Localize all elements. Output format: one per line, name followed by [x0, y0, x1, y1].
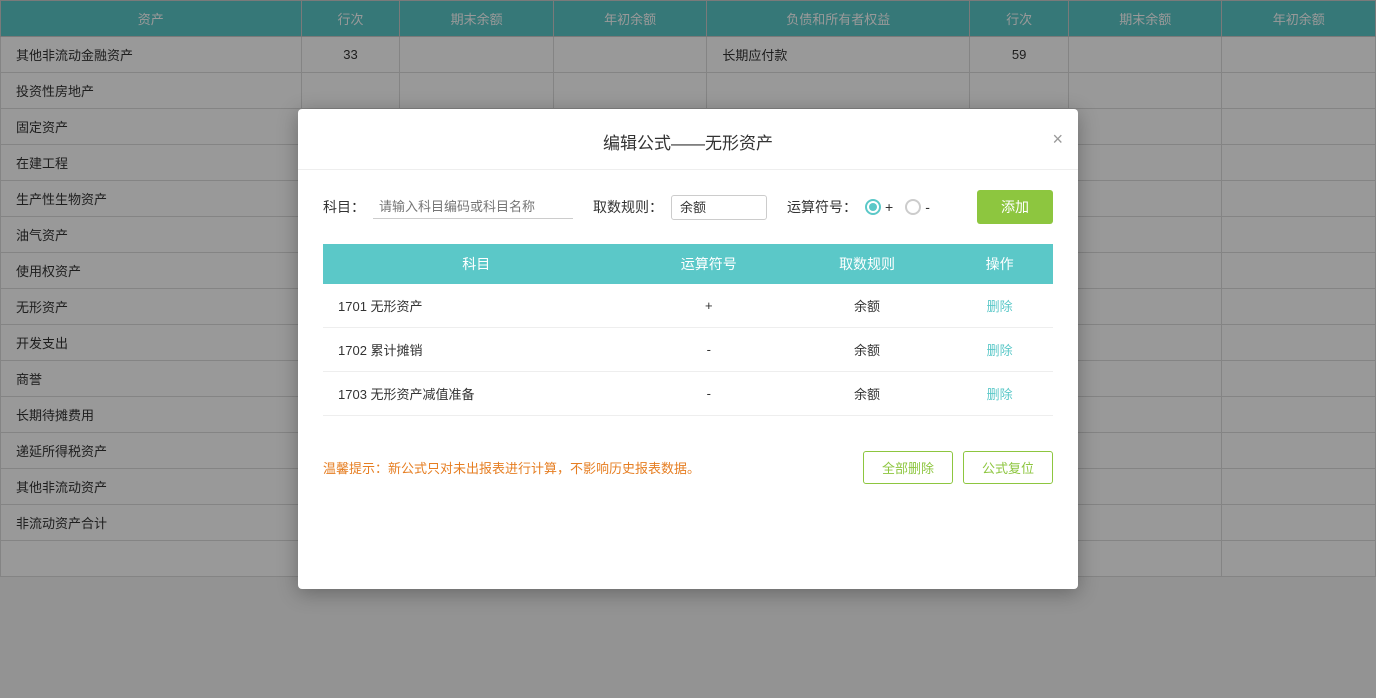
formula-subject-cell: 1703 无形资产减值准备: [323, 372, 630, 416]
formula-row: 1703 无形资产减值准备 - 余额 删除: [323, 372, 1053, 416]
formula-rule-cell: 余额: [788, 372, 946, 416]
operator-label: 运算符号：: [787, 197, 857, 217]
subject-input[interactable]: [373, 195, 573, 219]
reset-formula-button[interactable]: 公式复位: [963, 451, 1053, 484]
formula-action-cell: 删除: [946, 372, 1053, 416]
modal-dialog: 编辑公式——无形资产 × 科目： 取数规则： 余额 借方余额 贷方余额 借方发生…: [298, 109, 1078, 589]
formula-subject-cell: 1701 无形资产: [323, 284, 630, 328]
radio-plus-label: +: [885, 199, 893, 215]
rule-label: 取数规则：: [593, 197, 663, 217]
table-header-row: 科目 运算符号 取数规则 操作: [323, 244, 1053, 284]
formula-operator-cell: +: [630, 284, 788, 328]
formula-row: 1702 累计摊销 - 余额 删除: [323, 328, 1053, 372]
radio-minus-label: -: [925, 199, 930, 215]
delete-row-link[interactable]: 删除: [987, 387, 1013, 402]
th-action: 操作: [946, 244, 1053, 284]
delete-all-button[interactable]: 全部删除: [863, 451, 953, 484]
subject-label: 科目：: [323, 197, 365, 217]
footer-buttons: 全部删除 公式复位: [863, 451, 1053, 484]
modal-close-button[interactable]: ×: [1052, 130, 1063, 148]
rule-select-wrap: 余额 借方余额 贷方余额 借方发生额 贷方发生额: [671, 195, 767, 220]
modal-title: 编辑公式——无形资产: [603, 134, 773, 153]
formula-row: 1701 无形资产 + 余额 删除: [323, 284, 1053, 328]
form-row: 科目： 取数规则： 余额 借方余额 贷方余额 借方发生额 贷方发生额 运算符号：: [298, 170, 1078, 239]
th-subject: 科目: [323, 244, 630, 284]
footer-hint: 温馨提示：新公式只对未出报表进行计算，不影响历史报表数据。: [323, 458, 700, 477]
formula-table: 科目 运算符号 取数规则 操作 1701 无形资产 + 余额 删除 1702 累…: [323, 244, 1053, 416]
add-button[interactable]: 添加: [977, 190, 1053, 224]
formula-operator-cell: -: [630, 372, 788, 416]
modal-overlay: 编辑公式——无形资产 × 科目： 取数规则： 余额 借方余额 贷方余额 借方发生…: [0, 0, 1376, 698]
th-operator: 运算符号: [630, 244, 788, 284]
radio-minus-circle: [905, 199, 921, 215]
modal-header: 编辑公式——无形资产 ×: [298, 109, 1078, 170]
delete-row-link[interactable]: 删除: [987, 299, 1013, 314]
radio-plus[interactable]: +: [865, 199, 893, 215]
formula-rule-cell: 余额: [788, 328, 946, 372]
data-table-wrap: 科目 运算符号 取数规则 操作 1701 无形资产 + 余额 删除 1702 累…: [323, 244, 1053, 416]
th-rule: 取数规则: [788, 244, 946, 284]
rule-group: 取数规则： 余额 借方余额 贷方余额 借方发生额 贷方发生额: [593, 195, 767, 220]
subject-group: 科目：: [323, 195, 573, 219]
radio-minus[interactable]: -: [905, 199, 930, 215]
formula-action-cell: 删除: [946, 328, 1053, 372]
radio-group: + -: [865, 199, 930, 215]
operator-group: 运算符号： + -: [787, 197, 930, 217]
delete-row-link[interactable]: 删除: [987, 343, 1013, 358]
modal-footer: 温馨提示：新公式只对未出报表进行计算，不影响历史报表数据。 全部删除 公式复位: [298, 436, 1078, 494]
formula-operator-cell: -: [630, 328, 788, 372]
rule-select[interactable]: 余额 借方余额 贷方余额 借方发生额 贷方发生额: [671, 195, 767, 220]
radio-plus-circle: [865, 199, 881, 215]
formula-subject-cell: 1702 累计摊销: [323, 328, 630, 372]
formula-rule-cell: 余额: [788, 284, 946, 328]
formula-action-cell: 删除: [946, 284, 1053, 328]
